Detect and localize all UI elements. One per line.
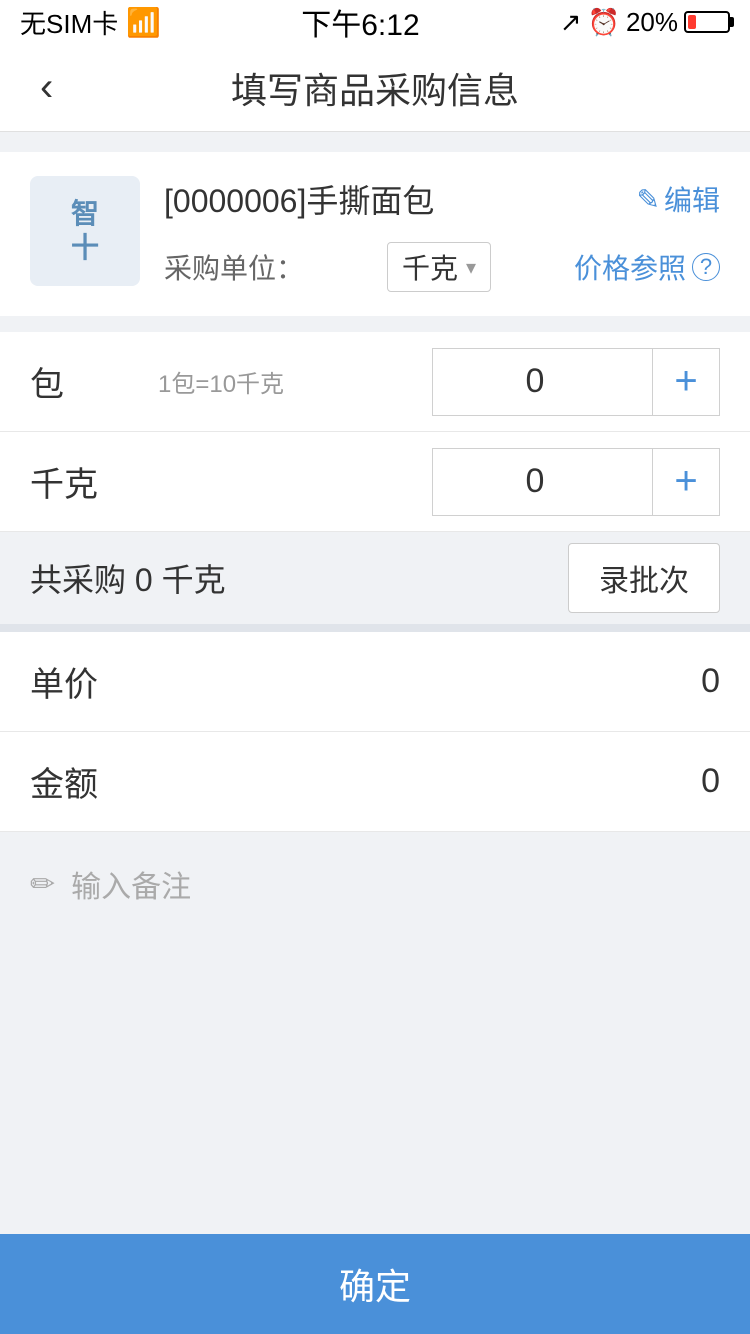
remark-placeholder: 输入备注 xyxy=(71,862,191,906)
pack-plus-button[interactable]: + xyxy=(652,348,720,416)
edit-icon: ✎ xyxy=(637,183,660,216)
pack-input-wrap: + xyxy=(432,348,720,416)
price-section: 单价 0 金额 0 xyxy=(0,632,750,832)
status-bar: 无SIM卡 📶 下午6:12 ↗ ⏰ 20% xyxy=(0,0,750,44)
product-logo: 智 十 xyxy=(71,197,99,264)
section-divider-1 xyxy=(0,324,750,332)
pack-sublabel: 1包=10千克 xyxy=(158,364,432,399)
amount-value: 0 xyxy=(701,762,720,801)
total-text: 共采购 0 千克 xyxy=(30,555,226,601)
remark-row[interactable]: ✏ 输入备注 xyxy=(0,832,750,936)
nav-bar: ‹ 填写商品采购信息 xyxy=(0,44,750,132)
amount-row: 金额 0 xyxy=(0,732,750,832)
back-button[interactable]: ‹ xyxy=(30,55,63,120)
wifi-icon: 📶 xyxy=(126,6,161,39)
input-section: 包 1包=10千克 + 千克 + xyxy=(0,332,750,532)
carrier-label: 无SIM卡 xyxy=(20,4,118,41)
product-image: 智 十 xyxy=(30,176,140,286)
pack-input-row: 包 1包=10千克 + xyxy=(0,332,750,432)
kg-input-wrap: + xyxy=(432,448,720,516)
unit-select[interactable]: 千克 ▾ xyxy=(387,242,491,292)
product-info: [0000006]手撕面包 ✎ 编辑 采购单位： 千克 ▾ 价格参照 ? xyxy=(164,176,720,292)
kg-quantity-input[interactable] xyxy=(432,448,652,516)
kg-plus-button[interactable]: + xyxy=(652,448,720,516)
edit-button[interactable]: ✎ 编辑 xyxy=(637,179,720,219)
unit-label: 采购单位： xyxy=(164,247,304,287)
battery-percent: 20% xyxy=(626,7,678,38)
info-icon: ? xyxy=(692,253,720,281)
alarm-icon: ⏰ xyxy=(588,7,620,38)
pack-quantity-input[interactable] xyxy=(432,348,652,416)
kg-input-row: 千克 + xyxy=(0,432,750,532)
location-icon: ↗ xyxy=(560,7,582,38)
status-time: 下午6:12 xyxy=(301,0,419,44)
unit-row: 采购单位： 千克 ▾ 价格参照 ? xyxy=(164,242,720,292)
chevron-down-icon: ▾ xyxy=(466,255,476,280)
status-left: 无SIM卡 📶 xyxy=(20,4,161,41)
product-name: [0000006]手撕面包 xyxy=(164,176,434,222)
record-batch-button[interactable]: 录批次 xyxy=(568,543,720,613)
amount-label: 金额 xyxy=(30,757,98,806)
price-ref-button[interactable]: 价格参照 ? xyxy=(574,247,720,287)
product-card: 智 十 [0000006]手撕面包 ✎ 编辑 采购单位： 千克 ▾ 价格参照 ? xyxy=(0,152,750,324)
total-row: 共采购 0 千克 录批次 xyxy=(0,532,750,632)
product-name-row: [0000006]手撕面包 ✎ 编辑 xyxy=(164,176,720,222)
pack-label: 包 xyxy=(30,357,150,406)
pencil-icon: ✏ xyxy=(30,867,55,902)
content-area xyxy=(0,936,750,1256)
unit-price-row: 单价 0 xyxy=(0,632,750,732)
kg-label: 千克 xyxy=(30,457,150,506)
confirm-button[interactable]: 确定 xyxy=(0,1234,750,1334)
unit-price-value: 0 xyxy=(701,662,720,701)
battery-icon xyxy=(684,11,730,33)
status-right: ↗ ⏰ 20% xyxy=(560,7,730,38)
unit-price-label: 单价 xyxy=(30,657,98,706)
page-title: 填写商品采购信息 xyxy=(231,62,519,114)
